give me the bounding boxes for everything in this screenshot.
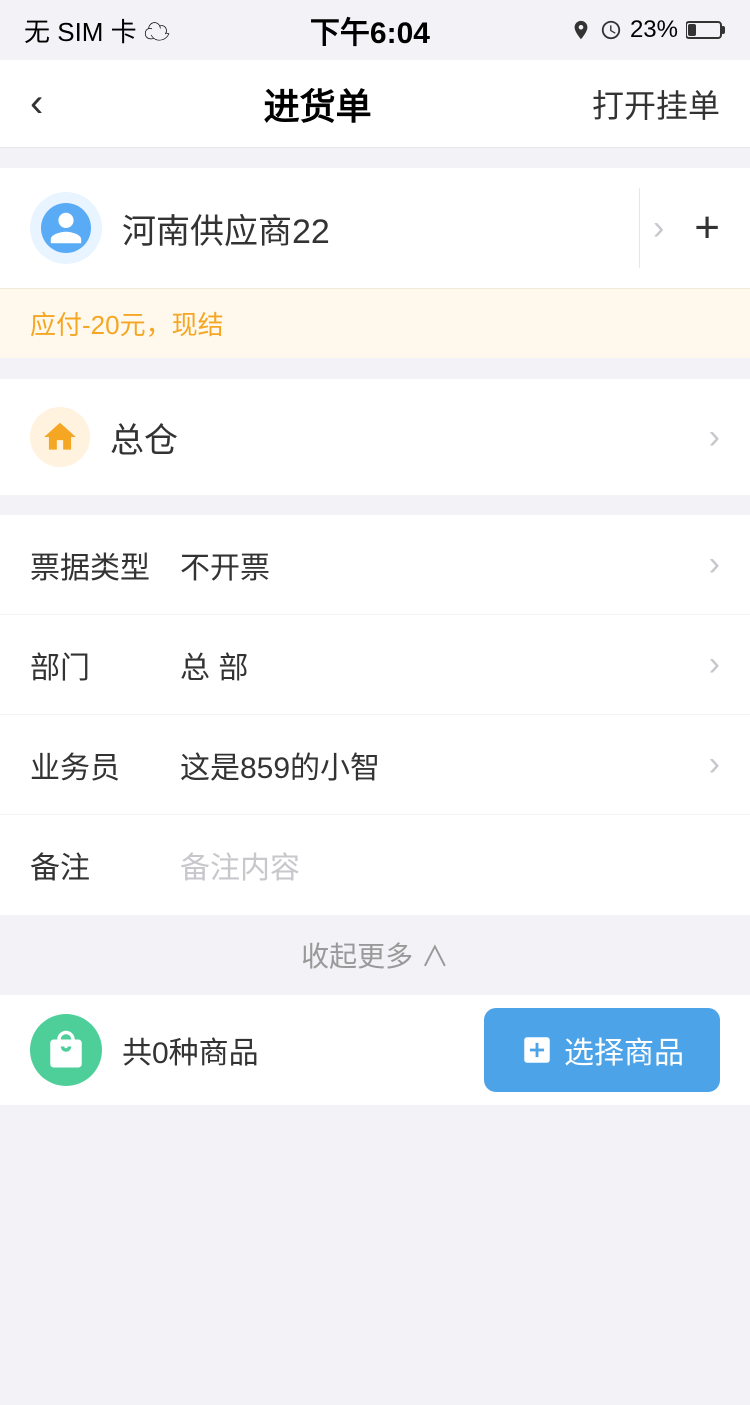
salesperson-row[interactable]: 业务员 这是859的小智 › [0,715,750,815]
status-time: 下午6:04 [310,8,430,52]
page-background [0,1105,750,1405]
salesperson-value: 这是859的小智 [180,743,709,787]
invoice-type-label: 票据类型 [30,543,180,587]
collapse-label: 收起更多 ∧ [301,935,449,975]
invoice-type-row[interactable]: 票据类型 不开票 › [0,515,750,615]
nav-bar: ‹ 进货单 打开挂单 [0,60,750,148]
warehouse-label: 总仓 [110,413,709,462]
salesperson-chevron: › [709,745,720,784]
remarks-row[interactable]: 备注 备注内容 [0,815,750,915]
open-pending-button[interactable]: 打开挂单 [592,81,720,127]
supplier-name: 河南供应商22 [122,204,653,253]
remarks-input[interactable]: 备注内容 [180,843,720,887]
clock-icon [600,19,622,41]
status-left: 无 SIM 卡 ☁ [24,12,170,49]
status-bar: 无 SIM 卡 ☁ 下午6:04 23% [0,0,750,60]
invoice-type-chevron: › [709,545,720,584]
supplier-divider [639,188,640,268]
supplier-row[interactable]: 河南供应商22 › + [0,168,750,288]
warehouse-icon [41,418,79,456]
select-product-button[interactable]: 选择商品 [484,1008,720,1092]
shopping-bag-icon [45,1029,87,1071]
battery-text: 23% [630,16,678,44]
supplier-section: 河南供应商22 › + 应付-20元，现结 [0,168,750,358]
warehouse-row[interactable]: 总仓 › [0,378,750,495]
top-divider [0,148,750,168]
department-label: 部门 [30,643,180,687]
department-value: 总 部 [180,643,709,687]
collapse-button[interactable]: 收起更多 ∧ [0,915,750,995]
select-product-icon [520,1033,554,1067]
notice-banner: 应付-20元，现结 [0,288,750,358]
location-icon [570,19,592,41]
battery-icon [686,20,726,40]
department-chevron: › [709,645,720,684]
notice-text: 应付-20元，现结 [30,310,224,340]
status-right: 23% [570,16,726,44]
product-icon-wrap [30,1014,102,1086]
product-count-text: 共0种商品 [122,1028,484,1072]
warehouse-chevron-icon: › [709,418,720,457]
back-button[interactable]: ‹ [30,81,43,126]
select-product-label: 选择商品 [564,1028,684,1072]
warehouse-icon-wrap [30,407,90,467]
supplier-chevron-icon: › [653,209,664,248]
supplier-avatar [30,192,102,264]
salesperson-label: 业务员 [30,743,180,787]
product-bar: 共0种商品 选择商品 [0,995,750,1105]
page-title: 进货单 [264,78,372,130]
warehouse-section[interactable]: 总仓 › [0,378,750,495]
form-section: 票据类型 不开票 › 部门 总 部 › 业务员 这是859的小智 › 备注 备注… [0,515,750,915]
person-icon [47,209,85,247]
divider-1 [0,358,750,378]
sim-label: 无 SIM 卡 ☁ [24,12,170,49]
invoice-type-value: 不开票 [180,543,709,587]
add-supplier-button[interactable]: + [694,203,720,253]
department-row[interactable]: 部门 总 部 › [0,615,750,715]
remarks-label: 备注 [30,843,180,887]
supplier-avatar-icon [41,203,91,253]
